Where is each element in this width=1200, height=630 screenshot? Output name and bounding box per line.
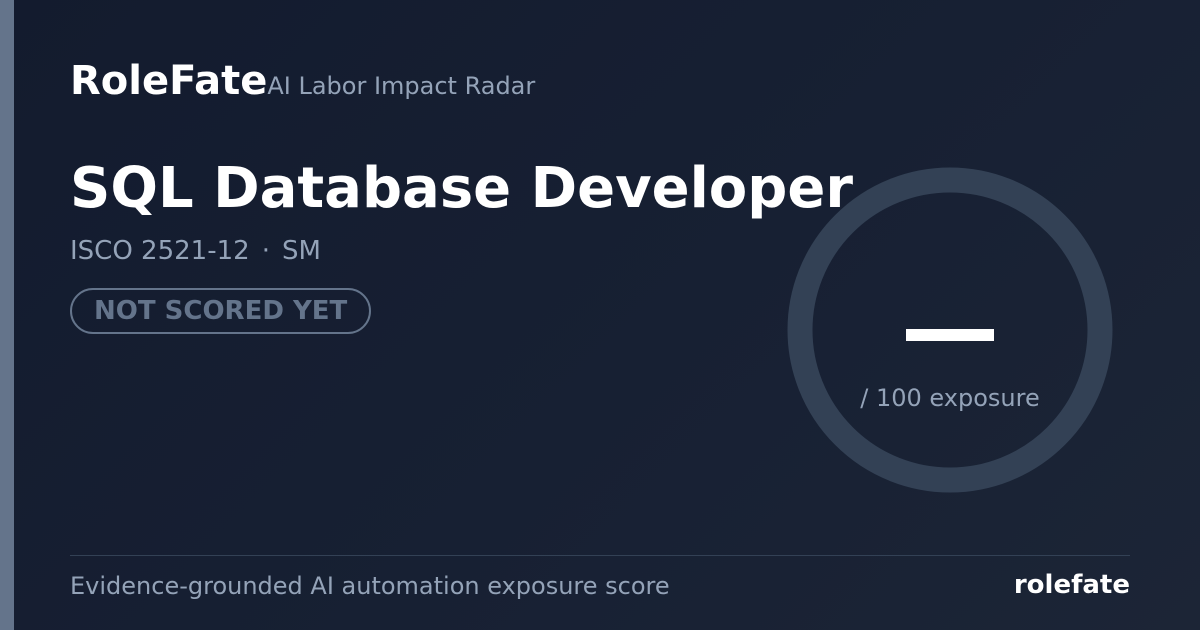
accent-bar bbox=[0, 0, 14, 630]
footer-divider bbox=[70, 555, 1130, 556]
footer-brand: rolefate bbox=[1013, 570, 1130, 600]
score-value bbox=[906, 329, 994, 341]
brand-tagline: AI Labor Impact Radar bbox=[267, 72, 536, 100]
brand-name: RoleFate bbox=[70, 58, 268, 104]
job-title: SQL Database Developer bbox=[70, 156, 853, 221]
score-caption: / 100 exposure bbox=[860, 384, 1040, 412]
brand-header: RoleFate AI Labor Impact Radar bbox=[70, 58, 535, 104]
region-code: SM bbox=[281, 236, 321, 266]
job-meta: ISCO 2521-12 · SM bbox=[70, 236, 321, 266]
meta-separator: · bbox=[261, 236, 270, 266]
footer-description: Evidence-grounded AI automation exposure… bbox=[70, 572, 670, 600]
status-badge: NOT SCORED YET bbox=[70, 288, 372, 334]
status-label: NOT SCORED YET bbox=[94, 296, 348, 326]
isco-code: ISCO 2521-12 bbox=[70, 236, 250, 266]
